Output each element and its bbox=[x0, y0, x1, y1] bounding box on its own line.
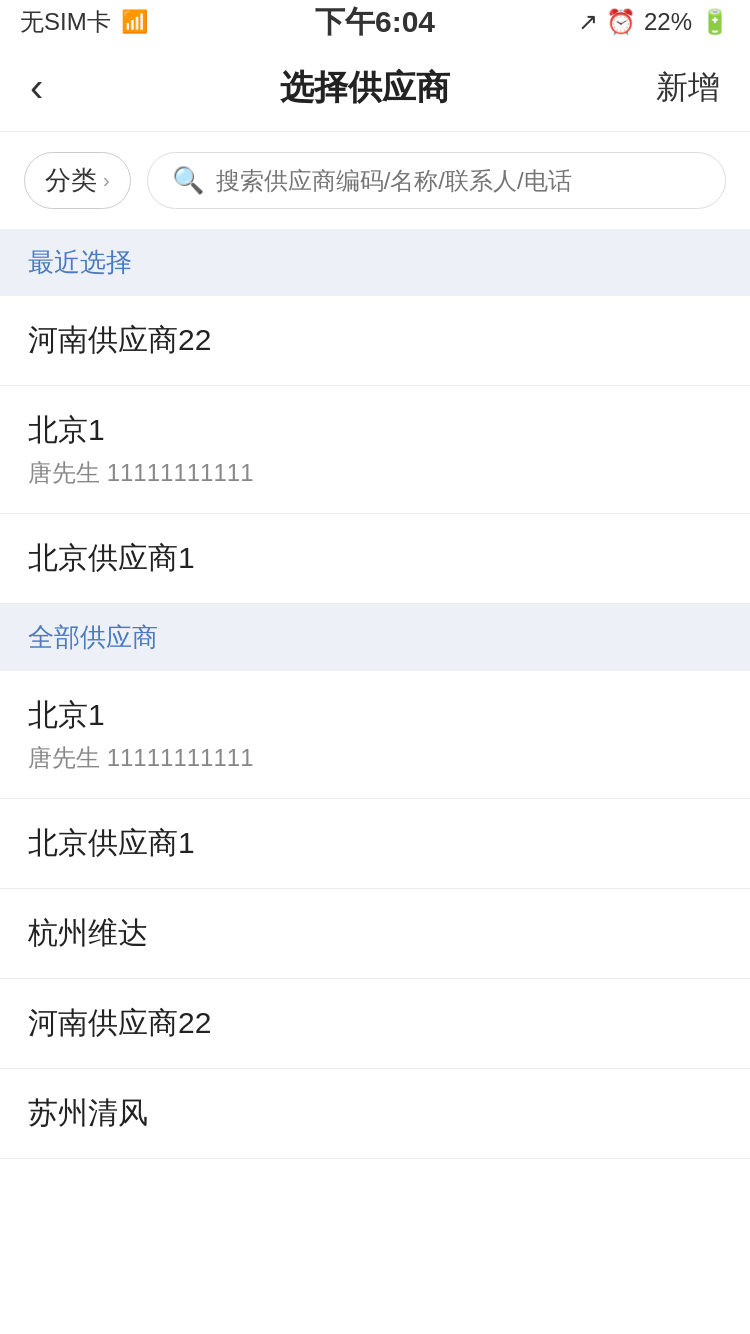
wifi-icon: 📶 bbox=[121, 9, 148, 35]
battery-icon: 🔋 bbox=[700, 8, 730, 36]
add-button[interactable]: 新增 bbox=[640, 66, 720, 110]
chevron-icon: › bbox=[103, 169, 110, 192]
list-item[interactable]: 苏州清风 bbox=[0, 1069, 750, 1159]
list-item[interactable]: 河南供应商22 bbox=[0, 296, 750, 386]
search-icon: 🔍 bbox=[172, 165, 204, 196]
search-box[interactable]: 🔍 bbox=[147, 152, 726, 209]
category-label: 分类 bbox=[45, 163, 97, 198]
status-right: ↗ ⏰ 22% 🔋 bbox=[578, 8, 730, 36]
status-bar: 无SIM卡 📶 下午6:04 ↗ ⏰ 22% 🔋 bbox=[0, 0, 750, 44]
alarm-icon: ⏰ bbox=[606, 8, 636, 36]
item-name: 北京供应商1 bbox=[28, 538, 722, 579]
list-item[interactable]: 杭州维达 bbox=[0, 889, 750, 979]
item-name: 北京供应商1 bbox=[28, 823, 722, 864]
item-contact: 唐先生 11111111111 bbox=[28, 457, 722, 489]
carrier-text: 无SIM卡 bbox=[20, 6, 111, 38]
recent-section-header: 最近选择 bbox=[0, 229, 750, 296]
item-name: 河南供应商22 bbox=[28, 1003, 722, 1044]
status-left: 无SIM卡 📶 bbox=[20, 6, 148, 38]
list-item[interactable]: 北京1 唐先生 11111111111 bbox=[0, 671, 750, 799]
battery-text: 22% bbox=[644, 8, 692, 36]
item-name: 河南供应商22 bbox=[28, 320, 722, 361]
status-time: 下午6:04 bbox=[315, 2, 435, 43]
recent-section-label: 最近选择 bbox=[28, 247, 132, 277]
item-name: 苏州清风 bbox=[28, 1093, 722, 1134]
item-name: 杭州维达 bbox=[28, 913, 722, 954]
search-input[interactable] bbox=[216, 167, 701, 195]
filter-bar: 分类 › 🔍 bbox=[0, 132, 750, 229]
location-icon: ↗ bbox=[578, 8, 598, 36]
list-item[interactable]: 北京1 唐先生 11111111111 bbox=[0, 386, 750, 514]
back-button[interactable]: ‹ bbox=[30, 65, 90, 110]
all-section-header: 全部供应商 bbox=[0, 604, 750, 671]
list-item[interactable]: 河南供应商22 bbox=[0, 979, 750, 1069]
page-title: 选择供应商 bbox=[90, 65, 640, 111]
recent-items-list: 河南供应商22 北京1 唐先生 11111111111 北京供应商1 bbox=[0, 296, 750, 604]
all-section-label: 全部供应商 bbox=[28, 622, 158, 652]
item-name: 北京1 bbox=[28, 410, 722, 451]
list-item[interactable]: 北京供应商1 bbox=[0, 799, 750, 889]
nav-bar: ‹ 选择供应商 新增 bbox=[0, 44, 750, 132]
item-name: 北京1 bbox=[28, 695, 722, 736]
item-contact: 唐先生 11111111111 bbox=[28, 742, 722, 774]
all-items-list: 北京1 唐先生 11111111111 北京供应商1 杭州维达河南供应商22 苏州清风 bbox=[0, 671, 750, 1159]
category-button[interactable]: 分类 › bbox=[24, 152, 131, 209]
list-item[interactable]: 北京供应商1 bbox=[0, 514, 750, 604]
